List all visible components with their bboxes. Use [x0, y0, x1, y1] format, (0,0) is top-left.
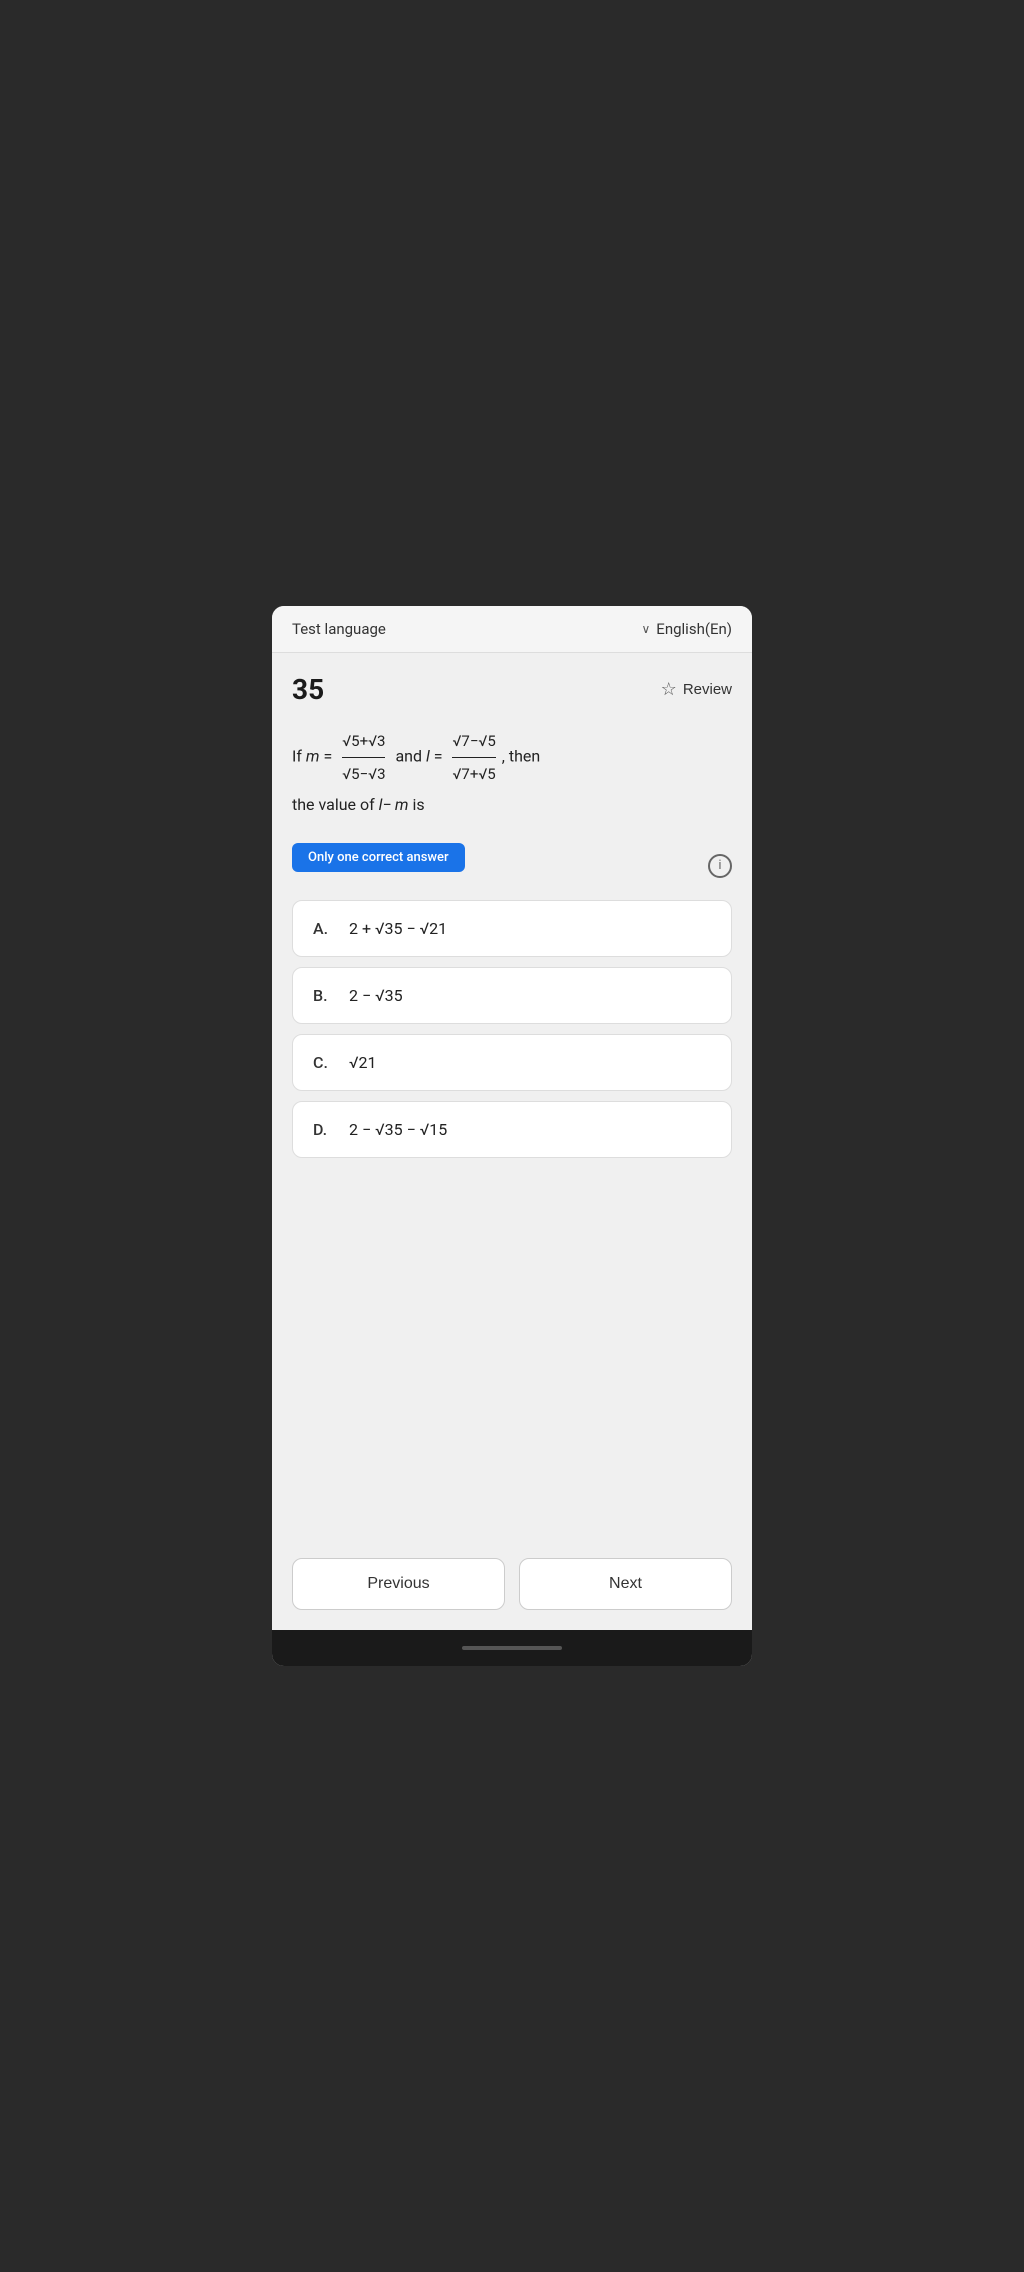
info-label: i [718, 858, 721, 873]
option-b-content: 2 − √35 [349, 986, 403, 1005]
option-c[interactable]: C. √21 [292, 1034, 732, 1091]
test-language-label: Test language [292, 620, 386, 638]
option-a[interactable]: A. 2 + √35 − √21 [292, 900, 732, 957]
option-a-content: 2 + √35 − √21 [349, 919, 447, 938]
language-selector[interactable]: ∨ English(En) [642, 620, 733, 638]
question-text: If m = √5+√3 √5−√3 and l = √7−√5 √7+√5 ,… [292, 726, 732, 821]
option-d-content: 2 − √35 − √15 [349, 1120, 447, 1139]
app-header: Test language ∨ English(En) [272, 606, 752, 653]
previous-button[interactable]: Previous [292, 1558, 505, 1610]
bottom-indicator [462, 1646, 562, 1650]
option-b-label: B. [313, 986, 333, 1005]
options-container: A. 2 + √35 − √21 B. 2 − √35 C. √21 D. [292, 900, 732, 1158]
chevron-down-icon: ∨ [642, 622, 651, 636]
review-label: Review [683, 681, 732, 698]
question-number: 35 [292, 673, 324, 706]
info-icon[interactable]: i [708, 854, 732, 878]
fraction-l: √7−√5 √7+√5 [452, 726, 495, 789]
option-d[interactable]: D. 2 − √35 − √15 [292, 1101, 732, 1158]
next-button[interactable]: Next [519, 1558, 732, 1610]
option-a-label: A. [313, 919, 333, 938]
main-content: 35 ☆ Review If m = √5+√3 √5−√3 and l = √… [272, 653, 752, 1542]
review-button[interactable]: ☆ Review [661, 679, 732, 700]
question-header: 35 ☆ Review [292, 673, 732, 706]
answer-type-badge: Only one correct answer [292, 843, 465, 872]
footer: Previous Next [272, 1542, 752, 1630]
star-icon: ☆ [661, 679, 677, 700]
bottom-bar [272, 1630, 752, 1666]
fraction-m: √5+√3 √5−√3 [342, 726, 385, 789]
language-value: English(En) [656, 620, 732, 638]
badge-info-row: Only one correct answer i [292, 843, 732, 890]
option-b[interactable]: B. 2 − √35 [292, 967, 732, 1024]
option-c-content: √21 [349, 1053, 377, 1072]
option-d-label: D. [313, 1120, 333, 1139]
option-c-label: C. [313, 1053, 333, 1072]
